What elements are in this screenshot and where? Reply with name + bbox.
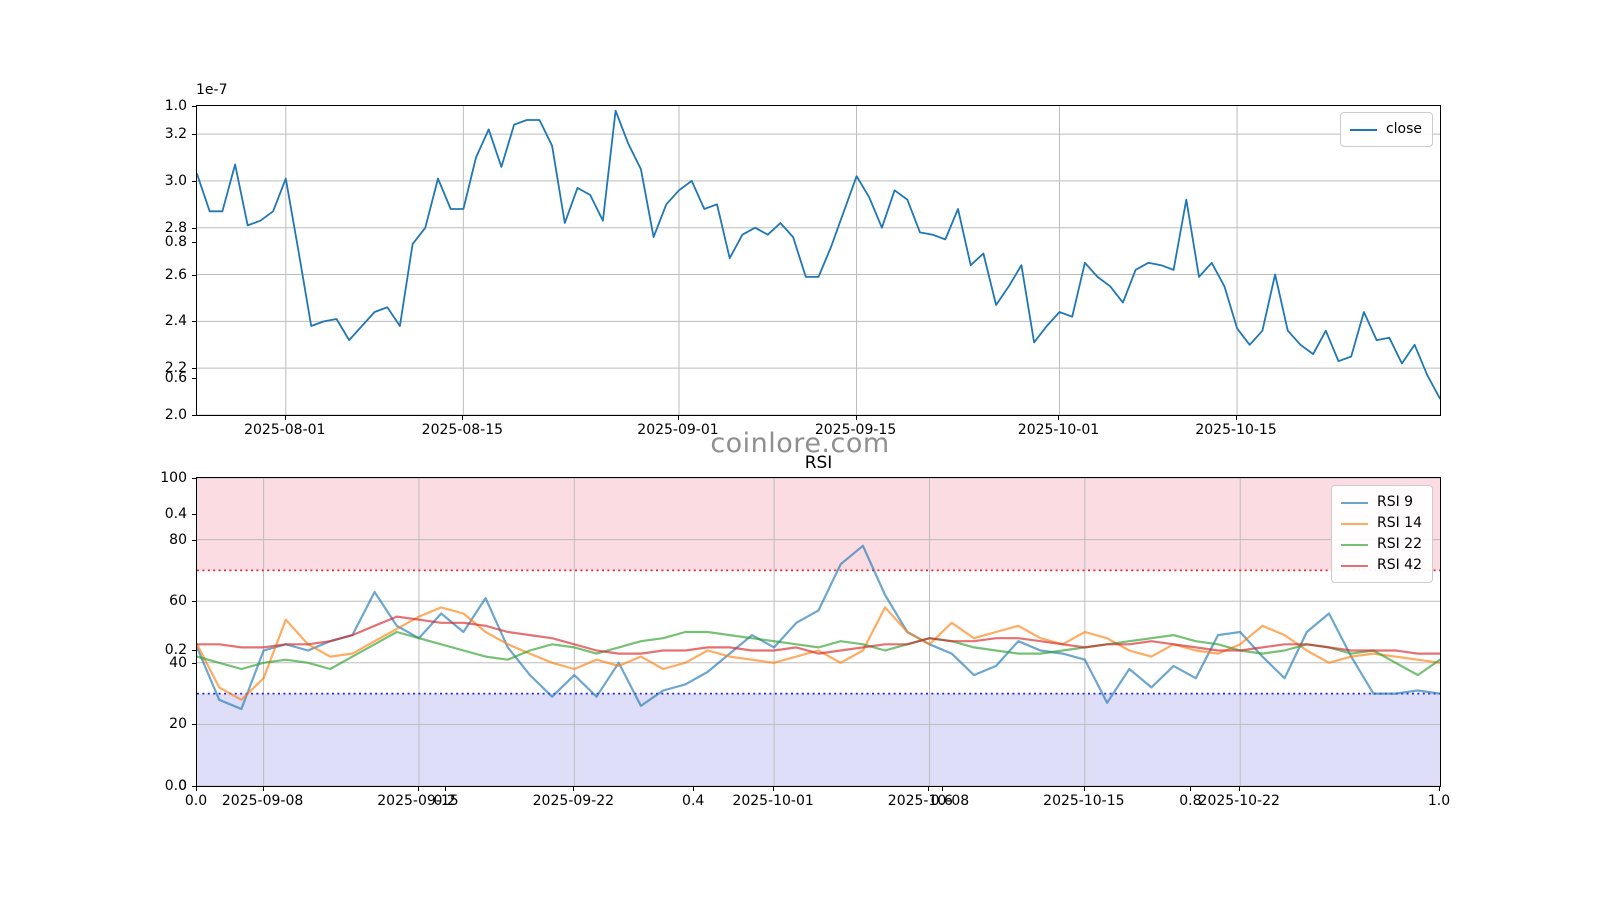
overlay-x-tick-label: 0.2 (433, 793, 456, 809)
tick-mark (192, 134, 196, 136)
legend-label: RSI 42 (1376, 557, 1422, 573)
x-tick-label: 2025-09-08 (221, 793, 304, 809)
overlay-x-tick-label: 0.8 (1179, 793, 1202, 809)
y-tick-label: 20 (169, 716, 187, 733)
overlay-x-tick-label: 0.6 (930, 793, 953, 809)
tick-mark (192, 415, 196, 416)
tick-mark (192, 180, 196, 182)
tick-mark (855, 416, 857, 420)
overlay-y-tick-label: 0.4 (164, 506, 187, 522)
rsi-title: RSI (804, 453, 833, 473)
legend-line-sample (1340, 501, 1368, 504)
tick-mark (192, 662, 196, 664)
tick-mark (573, 787, 575, 791)
tick-mark (192, 786, 196, 787)
x-tick-label: 2025-09-01 (637, 422, 719, 438)
tick-mark (192, 321, 196, 323)
x-tick-label: 2025-10-01 (732, 793, 814, 809)
tick-mark (192, 724, 196, 726)
tick-mark (1190, 787, 1192, 791)
tick-mark (192, 368, 196, 370)
overlay-y-tick-label: 0.6 (164, 370, 187, 386)
overlay-y-tick-label: 0.8 (164, 234, 187, 250)
legend-entry-rsi-22: RSI 22 (1340, 534, 1422, 555)
x-tick-label: 2025-09-22 (532, 793, 615, 809)
tick-mark (192, 242, 196, 243)
y-tick-label: 2.4 (164, 313, 187, 330)
x-tick-label: 2025-08-15 (421, 422, 504, 438)
tick-mark (192, 514, 196, 515)
legend-entry-close: close (1349, 119, 1422, 140)
y-tick-label: 60 (169, 593, 187, 610)
legend-label: close (1385, 121, 1422, 137)
x-tick-label: 2025-08-01 (244, 422, 326, 438)
rsi-plot-area (196, 477, 1441, 787)
y-tick-label: 3.0 (164, 172, 187, 189)
tick-mark (192, 650, 196, 651)
rsi-chart-canvas (197, 478, 1440, 786)
tick-mark (192, 539, 196, 541)
tick-mark (444, 787, 446, 791)
tick-mark (1236, 416, 1238, 420)
legend-line-sample (1340, 564, 1368, 567)
y-tick-label: 2.6 (164, 266, 187, 283)
tick-mark (928, 787, 930, 791)
y-tick-label: 100 (160, 470, 187, 486)
x-tick-label: 2025-09-15 (814, 422, 897, 438)
x-tick-label: 2025-10-22 (1198, 793, 1280, 809)
price-legend: close (1339, 112, 1433, 147)
overlay-y-tick-label: 0.0 (164, 778, 187, 794)
tick-mark (773, 787, 775, 791)
rsi-legend: RSI 9 RSI 14 RSI 22 RSI 42 (1330, 485, 1433, 583)
y-tick-label: 3.2 (164, 126, 187, 143)
legend-entry-rsi-14: RSI 14 (1340, 513, 1422, 534)
overlay-x-tick-label: 0.4 (682, 793, 705, 809)
tick-mark (1083, 787, 1085, 791)
tick-mark (941, 787, 943, 791)
overlay-x-tick-label: 0.0 (184, 793, 208, 809)
overlay-y-tick-label: 1.0 (164, 98, 187, 114)
overlay-x-tick-label: 1.0 (1427, 793, 1451, 809)
legend-line-sample (1340, 522, 1368, 525)
figure: 1e-7 coinlore.com RSI close RSI 9 RSI 14 R… (0, 0, 1600, 900)
legend-line-sample (1349, 128, 1377, 131)
tick-mark (192, 478, 196, 479)
tick-mark (1239, 787, 1241, 791)
tick-mark (1439, 787, 1440, 791)
x-tick-label: 2025-10-01 (1017, 422, 1100, 438)
tick-mark (192, 601, 196, 603)
overlay-y-tick-label: 0.2 (164, 642, 187, 658)
y-tick-label: 80 (169, 531, 187, 548)
tick-mark (1058, 416, 1060, 420)
tick-mark (284, 416, 286, 420)
tick-mark (462, 416, 464, 420)
tick-mark (192, 274, 196, 276)
legend-line-sample (1340, 543, 1368, 546)
tick-mark (262, 787, 264, 791)
y-tick-label: 2.0 (164, 407, 187, 423)
tick-mark (417, 787, 419, 791)
tick-mark (192, 227, 196, 229)
y-axis-offset-label: 1e-7 (196, 82, 228, 98)
tick-mark (693, 787, 695, 791)
price-plot-area (196, 105, 1441, 416)
legend-entry-rsi-42: RSI 42 (1340, 555, 1422, 576)
legend-label: RSI 22 (1376, 536, 1422, 552)
tick-mark (196, 787, 197, 791)
tick-mark (192, 106, 196, 107)
price-chart-canvas (197, 106, 1440, 415)
legend-entry-rsi-9: RSI 9 (1340, 492, 1422, 513)
legend-label: RSI 14 (1376, 515, 1422, 531)
tick-mark (677, 416, 679, 420)
x-tick-label: 2025-10-15 (1043, 793, 1125, 809)
legend-label: RSI 9 (1376, 494, 1414, 510)
x-tick-label: 2025-10-08 (887, 793, 970, 809)
tick-mark (192, 378, 196, 379)
x-tick-label: 2025-10-15 (1195, 422, 1277, 438)
